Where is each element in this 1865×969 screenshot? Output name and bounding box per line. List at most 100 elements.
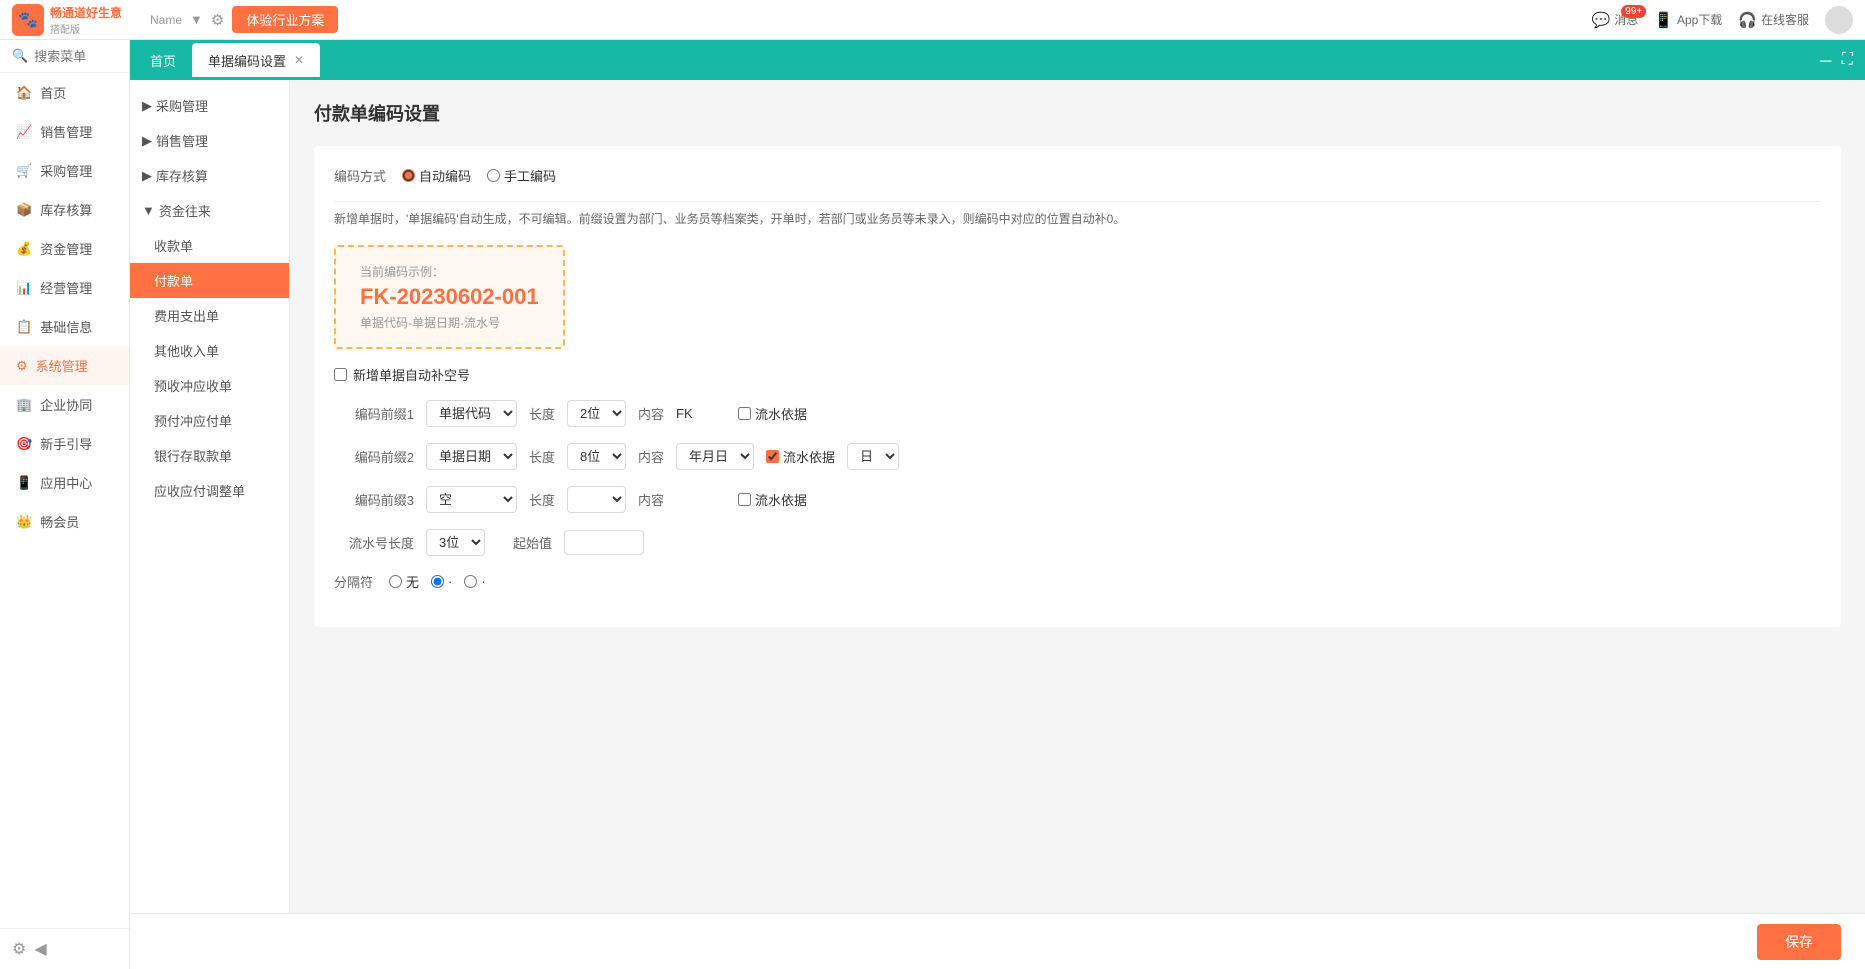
- prefix3-select[interactable]: 单据代码 单据日期 部门 业务员 空: [426, 486, 517, 513]
- sidebar-item-sales[interactable]: 📈 销售管理: [0, 112, 129, 151]
- top-bar: 🐾 畅通道好生意 搭配版 Name ▼ ⚙ 体验行业方案 💬 消息 99+ 📱 …: [0, 0, 1865, 40]
- sidebar-search-bar[interactable]: 🔍: [0, 40, 129, 73]
- prefix2-serial-period-select[interactable]: 日 月 年: [847, 443, 899, 470]
- apps-icon: 📱: [16, 475, 32, 491]
- prefix1-content-value: FK: [676, 406, 726, 421]
- sec-item-other-income[interactable]: 其他收入单: [130, 333, 289, 368]
- tab-bar-right: － ⛶: [1818, 48, 1861, 72]
- separator-label: 分隔符: [334, 572, 373, 591]
- sidebar-item-label: 畅会员: [40, 512, 79, 531]
- prefix1-row: 编码前缀1 单据代码 单据日期 部门 业务员 空 长度 2位 4位 6位: [334, 400, 1821, 427]
- sidebar-item-label: 系统管理: [36, 356, 88, 375]
- tab-encoding[interactable]: 单据编码设置 ✕: [192, 43, 320, 77]
- sep-dot2-radio[interactable]: ·: [464, 574, 485, 589]
- sidebar-item-purchase[interactable]: 🛒 采购管理: [0, 151, 129, 190]
- start-value-label: 起始值: [513, 533, 552, 552]
- sec-item-advance-receivable[interactable]: 预收冲应收单: [130, 368, 289, 403]
- download-label: App下载: [1677, 11, 1722, 28]
- search-input[interactable]: [34, 49, 130, 64]
- left-sidebar: 🔍 🏠 首页 📈 销售管理 🛒 采购管理 📦 库存核算 💰 资金管理 📊 经营管…: [0, 40, 130, 969]
- user-avatar[interactable]: [1825, 6, 1853, 34]
- finance-icon: 💰: [16, 241, 32, 257]
- inventory-icon: 📦: [16, 202, 32, 218]
- sidebar-item-apps[interactable]: 📱 应用中心: [0, 463, 129, 502]
- sec-group-purchase-title[interactable]: ▶ 采购管理: [130, 88, 289, 123]
- sec-group-inventory: ▶ 库存核算: [130, 158, 289, 193]
- prefix2-select[interactable]: 单据代码 单据日期 部门 业务员 空: [426, 443, 517, 470]
- prefix2-length-select[interactable]: 2位 4位 6位 8位: [567, 443, 626, 470]
- settings-gear-icon[interactable]: ⚙: [211, 11, 224, 29]
- sidebar-item-operations[interactable]: 📊 经营管理: [0, 268, 129, 307]
- prefix3-length-label: 长度: [529, 490, 555, 509]
- separator-row: 分隔符 无 · ·: [334, 572, 1821, 591]
- prefix1-serial-check[interactable]: 流水依据: [738, 404, 807, 423]
- prefix1-content-label: 内容: [638, 404, 664, 423]
- collapse-icon[interactable]: ◀: [34, 939, 46, 959]
- preview-desc: 单据代码-单据日期-流水号: [360, 314, 539, 331]
- dropdown-arrow[interactable]: ▼: [190, 12, 203, 27]
- sidebar-item-finance[interactable]: 💰 资金管理: [0, 229, 129, 268]
- purchase-icon: 🛒: [16, 163, 32, 179]
- tab-home[interactable]: 首页: [134, 43, 192, 77]
- sidebar-item-label: 销售管理: [40, 122, 92, 141]
- sidebar-item-label: 库存核算: [40, 200, 92, 219]
- basic-icon: 📋: [16, 319, 32, 335]
- sec-item-receipt[interactable]: 收款单: [130, 228, 289, 263]
- auto-code-radio[interactable]: 自动编码: [402, 166, 471, 185]
- sidebar-item-inventory[interactable]: 📦 库存核算: [0, 190, 129, 229]
- prefix1-label: 编码前缀1: [334, 404, 414, 423]
- search-icon: 🔍: [12, 48, 28, 64]
- sidebar-item-member[interactable]: 👑 畅会员: [0, 502, 129, 541]
- start-value-input[interactable]: 1: [564, 530, 644, 555]
- page-title: 付款单编码设置: [314, 100, 1841, 126]
- manual-code-radio[interactable]: 手工编码: [487, 166, 556, 185]
- sec-item-adjustment[interactable]: 应收应付调整单: [130, 473, 289, 508]
- sep-none-radio[interactable]: 无: [389, 572, 419, 591]
- prefix1-length-select[interactable]: 2位 4位 6位 8位: [567, 400, 626, 427]
- settings-bottom-icon[interactable]: ⚙: [12, 939, 26, 959]
- app-name: 畅通道好生意: [50, 4, 122, 21]
- download-icon-group[interactable]: 📱 App下载: [1654, 11, 1722, 29]
- prefix3-label: 编码前缀3: [334, 490, 414, 509]
- info-text: 新增单据时，'单据编码'自动生成，不可编辑。前缀设置为部门、业务员等档案类，开单…: [334, 210, 1821, 229]
- message-icon-group[interactable]: 💬 消息 99+: [1592, 11, 1639, 29]
- tab-close-icon[interactable]: ✕: [294, 53, 304, 67]
- sidebar-item-guide[interactable]: 🎯 新手引导: [0, 424, 129, 463]
- sec-item-advance-payable[interactable]: 预付冲应付单: [130, 403, 289, 438]
- sec-item-payment[interactable]: 付款单: [130, 263, 289, 298]
- sec-group-purchase: ▶ 采购管理: [130, 88, 289, 123]
- sec-group-sales-title[interactable]: ▶ 销售管理: [130, 123, 289, 158]
- prefix3-serial-check[interactable]: 流水依据: [738, 490, 807, 509]
- encoding-mode-row: 编码方式 自动编码 手工编码: [334, 166, 1821, 185]
- service-icon-group[interactable]: 🎧 在线客服: [1738, 11, 1809, 29]
- new-auto-fill-checkbox[interactable]: 新增单据自动补空号: [334, 365, 1821, 384]
- below-tabs: ▶ 采购管理 ▶ 销售管理 ▶ 库存核算: [130, 80, 1865, 913]
- sidebar-item-home[interactable]: 🏠 首页: [0, 73, 129, 112]
- promo-button[interactable]: 体验行业方案: [232, 6, 338, 33]
- sec-item-expense[interactable]: 费用支出单: [130, 298, 289, 333]
- bottom-bar: 保存: [130, 913, 1865, 969]
- sec-group-capital-title[interactable]: ▼ 资金往来: [130, 193, 289, 228]
- sidebar-item-system[interactable]: ⚙ 系统管理: [0, 346, 129, 385]
- prefix2-serial-check[interactable]: 流水依据: [766, 447, 835, 466]
- sec-group-inventory-title[interactable]: ▶ 库存核算: [130, 158, 289, 193]
- tab-expand-icon[interactable]: ⛶: [1842, 51, 1853, 69]
- prefix3-length-select[interactable]: 2位 4位: [567, 486, 626, 513]
- content-area: 首页 单据编码设置 ✕ － ⛶ ▶ 采购管理: [130, 40, 1865, 969]
- prefix2-length-label: 长度: [529, 447, 555, 466]
- sidebar-bottom: ⚙ ◀: [0, 928, 129, 969]
- serial-length-row: 流水号长度 3位 4位 5位 6位 起始值 1: [334, 529, 1821, 556]
- member-icon: 👑: [16, 514, 32, 530]
- preview-box: 当前编码示例： FK-20230602-001 单据代码-单据日期-流水号: [334, 245, 565, 349]
- prefix2-content-select[interactable]: 年月日 年月 年: [676, 443, 754, 470]
- sidebar-item-basic[interactable]: 📋 基础信息: [0, 307, 129, 346]
- prefix1-select[interactable]: 单据代码 单据日期 部门 业务员 空: [426, 400, 517, 427]
- save-button[interactable]: 保存: [1757, 924, 1841, 960]
- divider: [334, 201, 1821, 202]
- tab-minimize-icon[interactable]: －: [1818, 48, 1834, 72]
- sec-group-sales: ▶ 销售管理: [130, 123, 289, 158]
- serial-length-select[interactable]: 3位 4位 5位 6位: [426, 529, 485, 556]
- sidebar-item-enterprise[interactable]: 🏢 企业协同: [0, 385, 129, 424]
- sec-item-bank[interactable]: 银行存取款单: [130, 438, 289, 473]
- sep-dot-radio[interactable]: ·: [431, 574, 452, 589]
